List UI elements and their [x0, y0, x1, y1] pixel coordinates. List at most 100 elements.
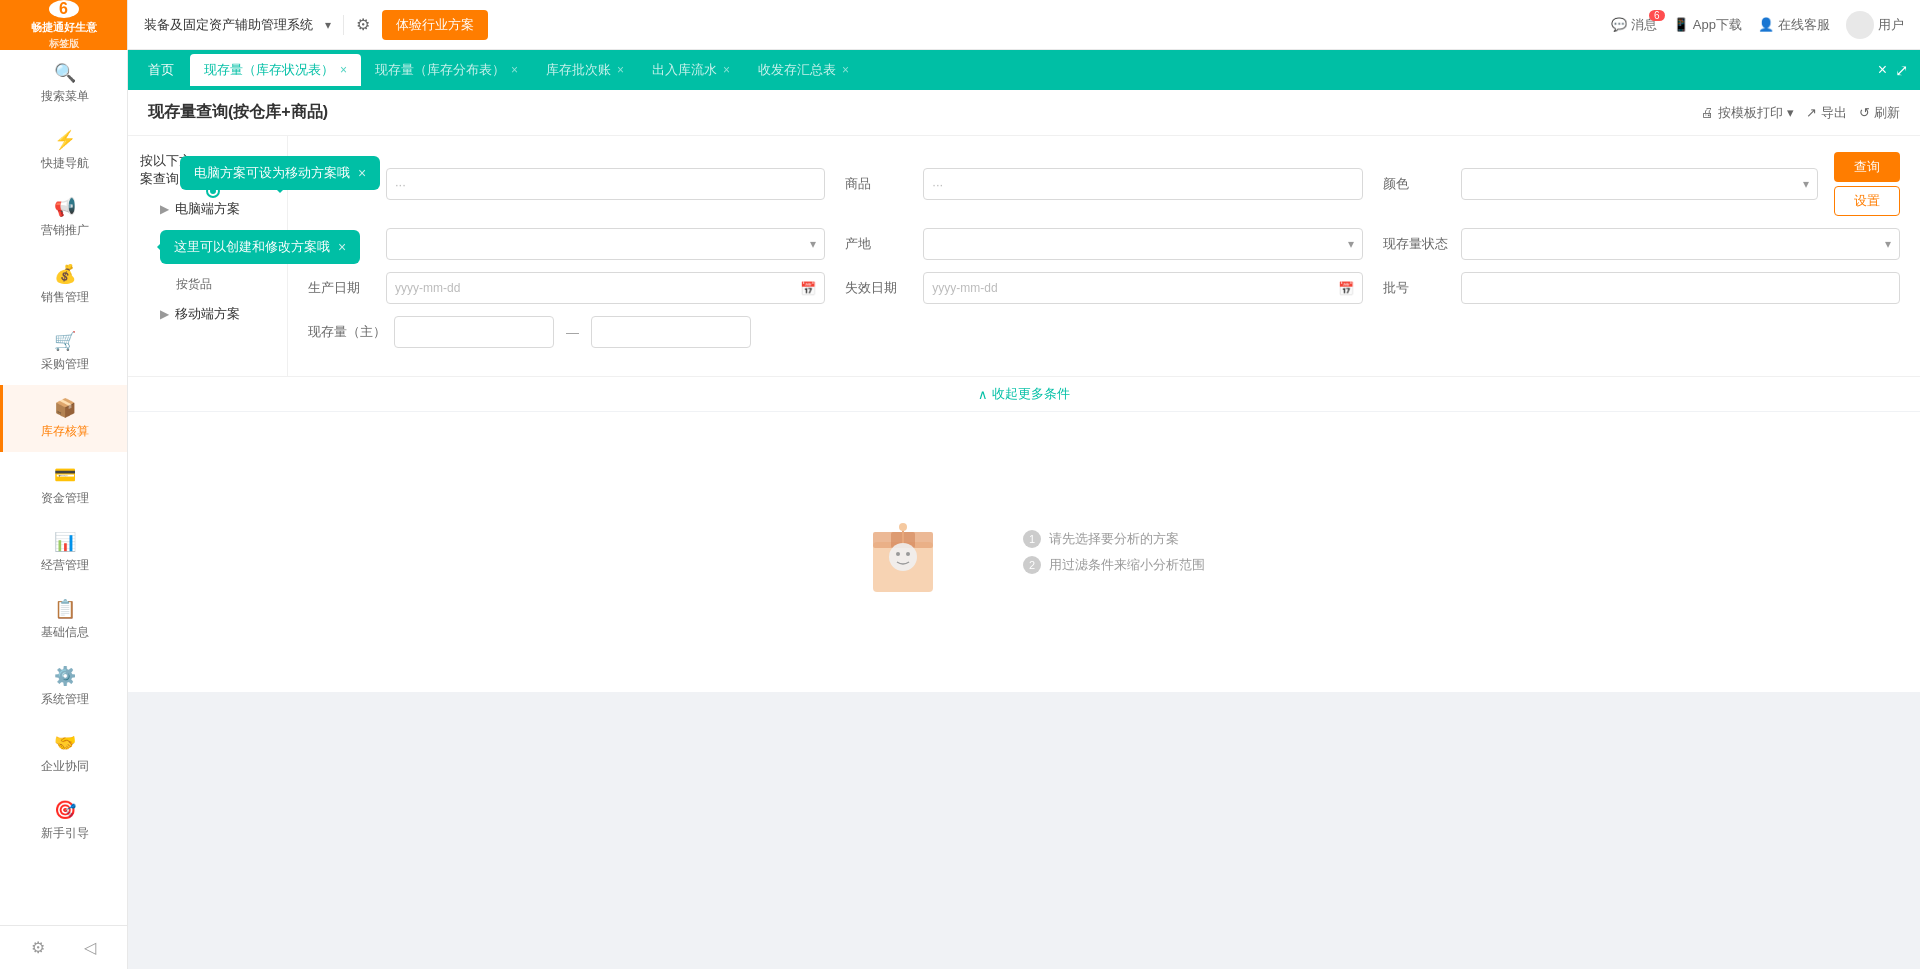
- scheme-tooltip: 电脑方案可设为移动方案哦 ×: [180, 156, 380, 190]
- tab-inout[interactable]: 出入库流水 ×: [638, 54, 744, 86]
- sidebar-item-purchase[interactable]: 🛒 采购管理: [0, 318, 127, 385]
- chevron-up-icon: ∧: [978, 387, 988, 402]
- chevron-right-icon: ▶: [160, 202, 169, 216]
- chevron-down-icon: ▾: [325, 18, 331, 32]
- field-warehouse: 仓库 ···: [308, 168, 825, 200]
- stock-main-start-input[interactable]: [394, 316, 554, 348]
- tab-close-icon[interactable]: ×: [340, 63, 347, 77]
- tab-close-icon[interactable]: ×: [842, 63, 849, 77]
- field-dots-icon: ···: [395, 177, 406, 192]
- batch-input[interactable]: [1461, 272, 1900, 304]
- tooltip-close-button[interactable]: ×: [358, 165, 366, 181]
- stock-main-end-input[interactable]: [591, 316, 751, 348]
- fullscreen-icon[interactable]: ⤢: [1895, 61, 1908, 80]
- prod-date-start-input[interactable]: yyyy-mm-dd 📅: [386, 272, 825, 304]
- chevron-down-icon: ▾: [1348, 237, 1354, 251]
- tab-batch[interactable]: 库存批次账 ×: [532, 54, 638, 86]
- close-all-tabs-icon[interactable]: ×: [1878, 61, 1887, 79]
- color-select[interactable]: ▾: [1461, 168, 1818, 200]
- tab-inventory-dist[interactable]: 现存量（库存分布表） ×: [361, 54, 532, 86]
- expire-date-start-input[interactable]: yyyy-mm-dd 📅: [923, 272, 1362, 304]
- refresh-icon: ↺: [1859, 105, 1870, 120]
- sidebar-item-newbie[interactable]: 🎯 新手引导: [0, 787, 127, 854]
- date-placeholder: yyyy-mm-dd: [395, 281, 460, 295]
- chevron-down-icon: ▾: [1803, 177, 1809, 191]
- size-select[interactable]: ▾: [386, 228, 825, 260]
- sidebar-item-system[interactable]: ⚙️ 系统管理: [0, 653, 127, 720]
- origin-select[interactable]: ▾: [923, 228, 1362, 260]
- tab-close-icon[interactable]: ×: [723, 63, 730, 77]
- empty-step-1: 1 请先选择要分析的方案: [1023, 530, 1205, 548]
- settings-icon[interactable]: ⚙: [356, 15, 370, 34]
- print-button[interactable]: 🖨 按模板打印 ▾: [1701, 104, 1794, 122]
- top-header: 装备及固定资产辅助管理系统 ▾ ⚙ 体验行业方案 💬 消息 6 📱 App下载 …: [128, 0, 1920, 50]
- batch-label: 批号: [1383, 279, 1453, 297]
- tab-inventory-status[interactable]: 现存量（库存状况表） ×: [190, 54, 361, 86]
- brand-tag: 标签版: [49, 37, 79, 51]
- sidebar-item-basic[interactable]: 📋 基础信息: [0, 586, 127, 653]
- scheme-item-pc[interactable]: ▶ 电脑端方案: [160, 200, 275, 218]
- empty-illustration: [843, 492, 963, 612]
- scheme-list: ▶ 电脑端方案 这里可以创建和修改方案哦 × 按货品 ▶ 移动端方案: [160, 200, 275, 323]
- goods-select[interactable]: ···: [923, 168, 1362, 200]
- edit-tooltip: 这里可以创建和修改方案哦 ×: [160, 230, 360, 264]
- message-action[interactable]: 💬 消息 6: [1611, 16, 1657, 34]
- tab-close-icon[interactable]: ×: [617, 63, 624, 77]
- field-origin: 产地 ▾: [845, 228, 1362, 260]
- sidebar-item-marketing[interactable]: 📢 营销推广: [0, 184, 127, 251]
- calendar-icon: 📅: [800, 281, 816, 296]
- sidebar-item-sales[interactable]: 💰 销售管理: [0, 251, 127, 318]
- sidebar-item-label: 采购管理: [41, 356, 89, 373]
- collapse-bar[interactable]: ∧ 收起更多条件: [128, 376, 1920, 411]
- stock-status-select[interactable]: ▾: [1461, 228, 1900, 260]
- tab-close-icon[interactable]: ×: [511, 63, 518, 77]
- app-action[interactable]: 📱 App下载: [1673, 16, 1742, 34]
- range-separator: —: [562, 325, 583, 340]
- export-icon: ↗: [1806, 105, 1817, 120]
- action-buttons: 查询 设置: [1834, 152, 1900, 216]
- tab-receive-send[interactable]: 收发存汇总表 ×: [744, 54, 863, 86]
- warehouse-select[interactable]: ···: [386, 168, 825, 200]
- sidebar-item-inventory[interactable]: 📦 库存核算: [0, 385, 127, 452]
- reset-button[interactable]: 设置: [1834, 186, 1900, 216]
- sidebar-item-guide[interactable]: ⚡ 快捷导航: [0, 117, 127, 184]
- sidebar-item-label: 搜索菜单: [41, 88, 89, 105]
- sidebar-item-finance[interactable]: 💳 资金管理: [0, 452, 127, 519]
- settings-bottom-icon[interactable]: ⚙: [31, 938, 45, 957]
- refresh-button[interactable]: ↺ 刷新: [1859, 104, 1900, 122]
- svg-point-4: [896, 552, 900, 556]
- sales-icon: 💰: [54, 263, 76, 285]
- empty-state: 1 请先选择要分析的方案 2 用过滤条件来缩小分析范围: [128, 412, 1920, 692]
- export-button[interactable]: ↗ 导出: [1806, 104, 1847, 122]
- form-row-3: 生产日期 yyyy-mm-dd 📅 失效日期 yyyy-mm-dd 📅: [308, 272, 1900, 304]
- scheme-item-mobile[interactable]: ▶ 移动端方案: [160, 305, 275, 323]
- step-num-1: 1: [1023, 530, 1041, 548]
- date-placeholder: yyyy-mm-dd: [932, 281, 997, 295]
- user-action[interactable]: 用户: [1846, 11, 1904, 39]
- service-action[interactable]: 👤 在线客服: [1758, 16, 1830, 34]
- chevron-down-icon: ▾: [1885, 237, 1891, 251]
- brand-name: 畅捷通好生意: [31, 20, 97, 35]
- logo-icon: 6: [49, 0, 79, 18]
- sidebar-item-search[interactable]: 🔍 搜索菜单: [0, 50, 127, 117]
- empty-svg: [843, 492, 963, 612]
- empty-content: 1 请先选择要分析的方案 2 用过滤条件来缩小分析范围: [843, 492, 1205, 612]
- tab-label: 现存量（库存分布表）: [375, 61, 505, 79]
- tab-home-label: 首页: [148, 61, 174, 79]
- edit-tooltip-close[interactable]: ×: [338, 239, 346, 255]
- tab-label: 现存量（库存状况表）: [204, 61, 334, 79]
- field-batch: 批号: [1383, 272, 1900, 304]
- trial-button[interactable]: 体验行业方案: [382, 10, 488, 40]
- inventory-icon: 📦: [54, 397, 76, 419]
- sidebar-item-label: 新手引导: [41, 825, 89, 842]
- tab-home[interactable]: 首页: [132, 54, 190, 86]
- form-row-2: 尺码 ▾ 产地 ▾ 现存量状态: [308, 228, 1900, 260]
- sidebar-item-label: 企业协同: [41, 758, 89, 775]
- query-button[interactable]: 查询: [1834, 152, 1900, 182]
- sidebar-item-operations[interactable]: 📊 经营管理: [0, 519, 127, 586]
- collapse-sidebar-icon[interactable]: ◁: [84, 938, 96, 957]
- sidebar-item-label: 销售管理: [41, 289, 89, 306]
- chevron-down-icon: ▾: [1787, 105, 1794, 120]
- sidebar-item-enterprise[interactable]: 🤝 企业协同: [0, 720, 127, 787]
- system-dropdown[interactable]: ▾: [325, 18, 331, 32]
